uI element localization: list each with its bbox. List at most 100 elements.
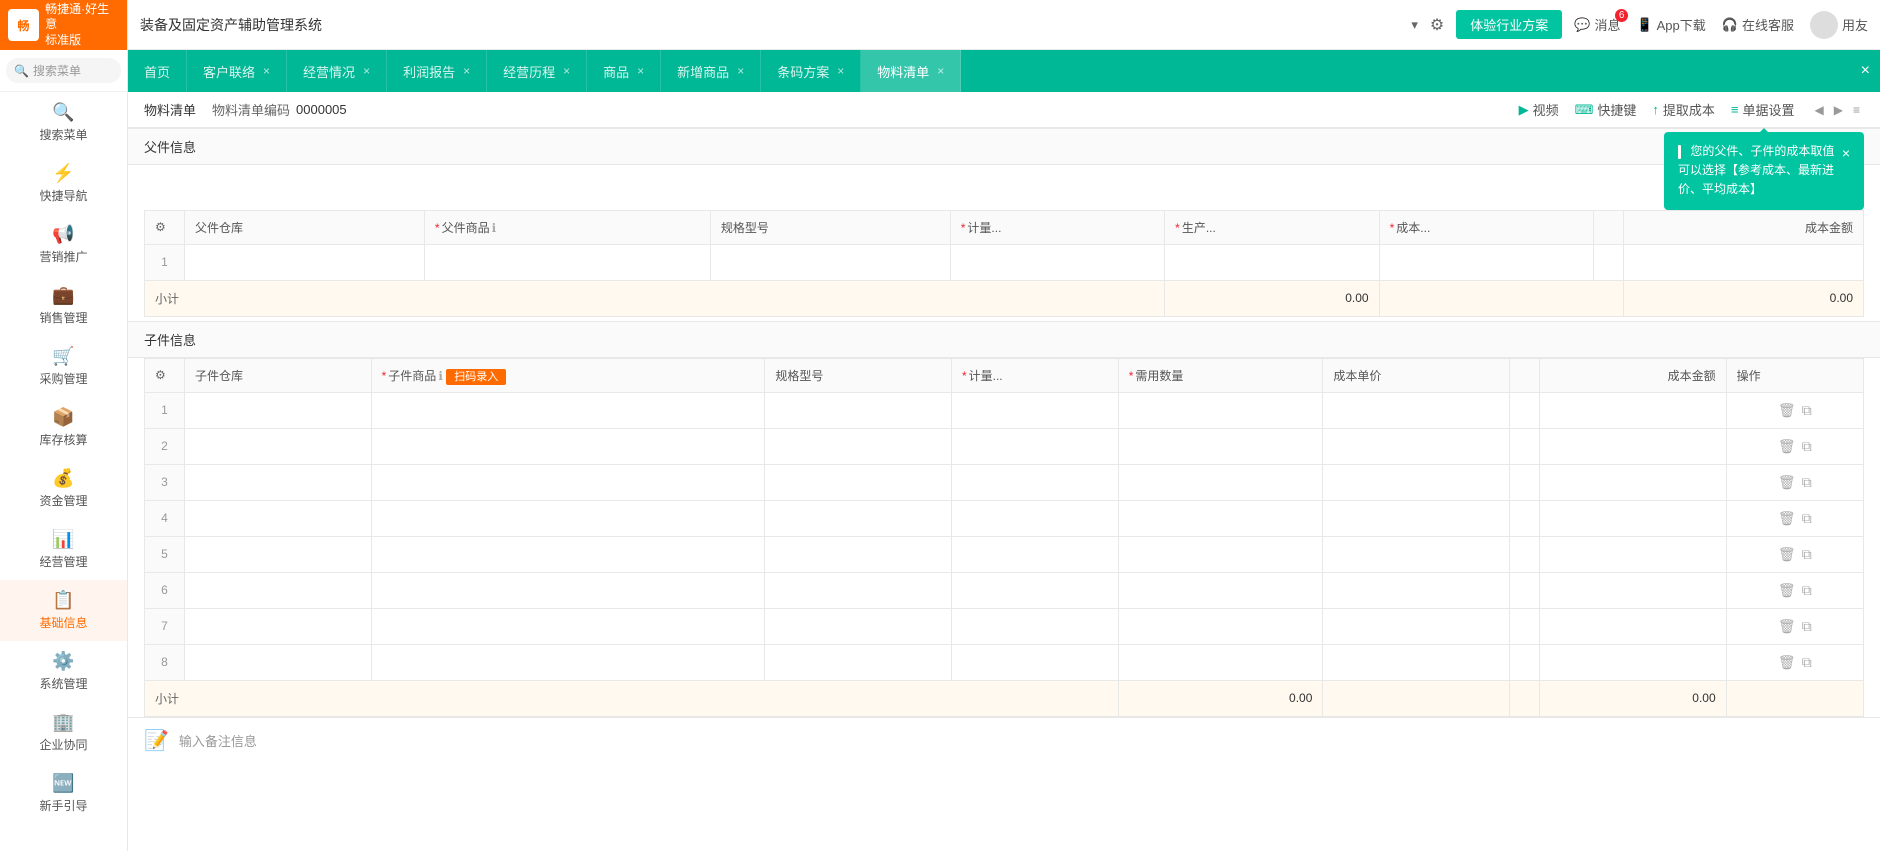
tab-close-bom[interactable]: × xyxy=(937,64,944,78)
sidebar-item-operation[interactable]: 📊经营管理 xyxy=(0,519,127,580)
child-cell-cost-amount-5[interactable] xyxy=(1540,536,1727,572)
child-cell-cost-amount-2[interactable] xyxy=(1540,428,1727,464)
parent-goods-info-icon[interactable]: ℹ xyxy=(492,221,497,235)
nav-tab-home[interactable]: 首页 xyxy=(128,50,187,92)
child-cell-qty-4[interactable] xyxy=(1118,500,1323,536)
child-cell-warehouse-3[interactable] xyxy=(185,464,372,500)
sidebar-item-sales[interactable]: 💼销售管理 xyxy=(0,275,127,336)
system-dropdown-icon[interactable]: ▾ xyxy=(1411,17,1418,33)
note-placeholder[interactable]: 输入备注信息 xyxy=(179,731,257,750)
copy-icon-7[interactable]: ⧉ xyxy=(1802,618,1812,635)
child-cell-cost-amount-1[interactable] xyxy=(1540,392,1727,428)
delete-icon-7[interactable]: 🗑 xyxy=(1778,618,1796,635)
child-cell-unit-3[interactable] xyxy=(951,464,1118,500)
parent-cell-spec-1[interactable] xyxy=(710,244,950,280)
sidebar-item-guide[interactable]: 🆕新手引导 xyxy=(0,763,127,824)
child-cell-unit-price-7[interactable] xyxy=(1323,608,1510,644)
parent-cell-production-1[interactable] xyxy=(1165,244,1379,280)
child-cell-cost-amount-4[interactable] xyxy=(1540,500,1727,536)
child-cell-unit-price-1[interactable] xyxy=(1323,392,1510,428)
user-button[interactable]: 用友 xyxy=(1810,11,1868,39)
child-cell-unit-price-6[interactable] xyxy=(1323,572,1510,608)
child-cell-unit-6[interactable] xyxy=(951,572,1118,608)
child-cell-goods-7[interactable] xyxy=(371,608,765,644)
scan-button[interactable]: 扫码录入 xyxy=(446,369,506,385)
copy-icon-6[interactable]: ⧉ xyxy=(1802,582,1812,599)
parent-cell-unit-1[interactable] xyxy=(950,244,1164,280)
sidebar-item-finance[interactable]: 💰资金管理 xyxy=(0,458,127,519)
child-cell-spec-7[interactable] xyxy=(765,608,952,644)
nav-menu-icon[interactable]: ≡ xyxy=(1849,101,1864,119)
child-cell-warehouse-8[interactable] xyxy=(185,644,372,680)
sidebar-item-enterprise[interactable]: 🏢企业协同 xyxy=(0,702,127,763)
settings-icon[interactable]: ⚙ xyxy=(155,220,166,234)
sidebar-item-search[interactable]: 🔍搜索菜单 xyxy=(0,92,127,153)
tab-close-goods[interactable]: × xyxy=(637,64,644,78)
delete-icon-8[interactable]: 🗑 xyxy=(1778,654,1796,671)
close-all-tabs-button[interactable]: × xyxy=(1851,50,1880,92)
child-cell-qty-7[interactable] xyxy=(1118,608,1323,644)
tab-close-barcode[interactable]: × xyxy=(837,64,844,78)
search-input-btn[interactable]: 🔍 搜索菜单 xyxy=(6,58,121,83)
parent-cell-cost-1[interactable] xyxy=(1379,244,1593,280)
child-cell-warehouse-6[interactable] xyxy=(185,572,372,608)
copy-icon-5[interactable]: ⧉ xyxy=(1802,546,1812,563)
message-button[interactable]: 💬 消息 6 xyxy=(1574,15,1620,34)
child-cell-spec-2[interactable] xyxy=(765,428,952,464)
copy-icon-8[interactable]: ⧉ xyxy=(1802,654,1812,671)
parent-cell-cost-amount-1[interactable] xyxy=(1624,244,1864,280)
child-cell-warehouse-4[interactable] xyxy=(185,500,372,536)
child-cell-goods-4[interactable] xyxy=(371,500,765,536)
child-cell-spec-6[interactable] xyxy=(765,572,952,608)
tab-close-operation-history[interactable]: × xyxy=(563,64,570,78)
child-cell-unit-5[interactable] xyxy=(951,536,1118,572)
parent-cell-warehouse-1[interactable] xyxy=(185,244,425,280)
sidebar-item-basic[interactable]: 📋基础信息 xyxy=(0,580,127,641)
nav-tab-customer[interactable]: 客户联络× xyxy=(187,50,287,92)
delete-icon-3[interactable]: 🗑 xyxy=(1778,474,1796,491)
copy-icon-4[interactable]: ⧉ xyxy=(1802,510,1812,527)
nav-tab-new-goods[interactable]: 新增商品× xyxy=(661,50,761,92)
trial-button[interactable]: 体验行业方案 xyxy=(1456,10,1562,39)
child-cell-unit-price-5[interactable] xyxy=(1323,536,1510,572)
child-cell-unit-7[interactable] xyxy=(951,608,1118,644)
child-cell-warehouse-2[interactable] xyxy=(185,428,372,464)
single-settings-action[interactable]: ≡ 单据设置 xyxy=(1731,100,1795,119)
extract-cost-action[interactable]: ↑ 提取成本 xyxy=(1652,100,1715,119)
child-cell-cost-amount-6[interactable] xyxy=(1540,572,1727,608)
service-button[interactable]: 🎧 在线客服 xyxy=(1722,15,1794,34)
child-cell-spec-1[interactable] xyxy=(765,392,952,428)
child-cell-unit-1[interactable] xyxy=(951,392,1118,428)
nav-next-icon[interactable]: ▶ xyxy=(1830,101,1847,119)
nav-tab-operation-status[interactable]: 经营情况× xyxy=(287,50,387,92)
sidebar-item-quick-nav[interactable]: ⚡快捷导航 xyxy=(0,153,127,214)
child-cell-qty-5[interactable] xyxy=(1118,536,1323,572)
child-cell-warehouse-1[interactable] xyxy=(185,392,372,428)
child-cell-spec-3[interactable] xyxy=(765,464,952,500)
child-cell-cost-amount-3[interactable] xyxy=(1540,464,1727,500)
tab-close-profit-report[interactable]: × xyxy=(463,64,470,78)
copy-icon-1[interactable]: ⧉ xyxy=(1802,402,1812,419)
child-cell-cost-amount-7[interactable] xyxy=(1540,608,1727,644)
sidebar-item-purchase[interactable]: 🛒采购管理 xyxy=(0,336,127,397)
tab-close-customer[interactable]: × xyxy=(263,64,270,78)
child-cell-unit-price-8[interactable] xyxy=(1323,644,1510,680)
parent-cell-goods-1[interactable] xyxy=(424,244,710,280)
app-download-button[interactable]: 📱 App下载 xyxy=(1636,15,1705,34)
sidebar-item-inventory[interactable]: 📦库存核算 xyxy=(0,397,127,458)
child-cell-goods-3[interactable] xyxy=(371,464,765,500)
child-cell-spec-5[interactable] xyxy=(765,536,952,572)
sidebar-search-container[interactable]: 🔍 搜索菜单 xyxy=(0,50,127,92)
child-goods-info-icon[interactable]: ℹ xyxy=(438,369,443,383)
delete-icon-4[interactable]: 🗑 xyxy=(1778,510,1796,527)
copy-icon-3[interactable]: ⧉ xyxy=(1802,474,1812,491)
child-cell-warehouse-5[interactable] xyxy=(185,536,372,572)
child-cell-goods-6[interactable] xyxy=(371,572,765,608)
child-cell-goods-8[interactable] xyxy=(371,644,765,680)
child-cell-warehouse-7[interactable] xyxy=(185,608,372,644)
tab-close-operation-status[interactable]: × xyxy=(363,64,370,78)
copy-icon-2[interactable]: ⧉ xyxy=(1802,438,1812,455)
child-cell-unit-price-2[interactable] xyxy=(1323,428,1510,464)
video-action[interactable]: ▶ 视频 xyxy=(1519,100,1559,119)
child-cell-goods-1[interactable] xyxy=(371,392,765,428)
